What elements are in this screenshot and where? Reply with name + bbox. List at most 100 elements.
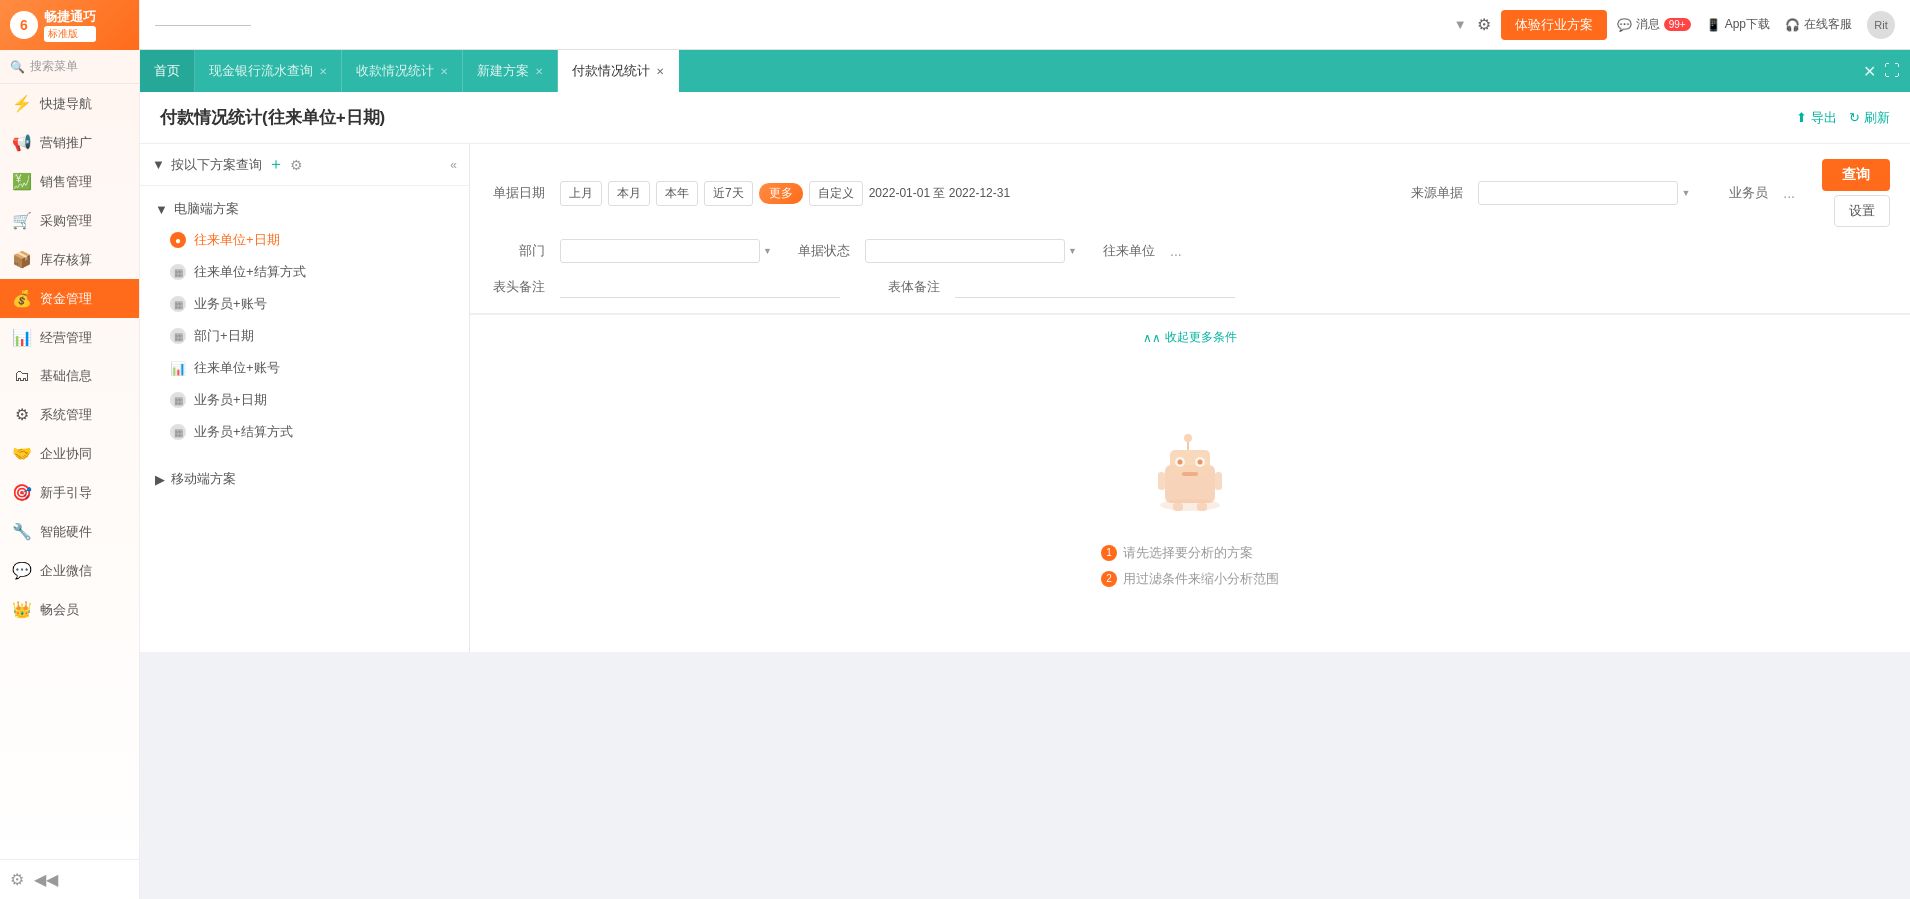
filter-row-3: 表头备注 表体备注 — [490, 275, 1890, 298]
avatar[interactable]: Rit — [1867, 11, 1895, 39]
sidebar-item-enterprise[interactable]: 🤝 企业协同 — [0, 434, 139, 473]
tab-home[interactable]: 首页 — [140, 50, 195, 92]
plan-item-dept-date[interactable]: ▦ 部门+日期 — [140, 320, 469, 352]
tab-new-plan-close[interactable]: ✕ — [535, 66, 543, 77]
filter-area: 单据日期 上月 本月 本年 近7天 更多 自定义 2022-01-01 至 20… — [470, 144, 1910, 314]
tab-maximize-icon[interactable]: ⛶ — [1884, 62, 1900, 80]
plan-icon-table: ▦ — [170, 296, 186, 312]
section-arrow-icon: ▼ — [155, 202, 168, 217]
tab-bank-flow[interactable]: 现金银行流水查询 ✕ — [195, 50, 342, 92]
experience-button[interactable]: 体验行业方案 — [1501, 10, 1607, 40]
sidebar-item-basic-info[interactable]: 🗂 基础信息 — [0, 357, 139, 395]
dept-label: 部门 — [490, 242, 545, 260]
sidebar-item-quick-nav[interactable]: ⚡ 快捷导航 — [0, 84, 139, 123]
last-month-btn[interactable]: 上月 — [560, 181, 602, 206]
tab-payment-stats-close[interactable]: ✕ — [656, 66, 664, 77]
query-button[interactable]: 查询 — [1822, 159, 1890, 191]
empty-text: 1 请先选择要分析的方案 2 用过滤条件来缩小分析范围 — [1101, 540, 1279, 592]
export-button[interactable]: ⬆ 导出 — [1796, 109, 1837, 127]
plan-label: 业务员+账号 — [194, 295, 267, 313]
nav-label: 系统管理 — [40, 406, 92, 424]
plan-icon-chart: 📊 — [170, 360, 186, 376]
panel-add-button[interactable]: ＋ — [268, 154, 284, 175]
more-btn[interactable]: 更多 — [759, 183, 803, 204]
plan-item-counterpart-payment[interactable]: ▦ 往来单位+结算方式 — [140, 256, 469, 288]
sidebar-item-finance[interactable]: 💰 资金管理 — [0, 279, 139, 318]
left-plan-panel: ▼ 按以下方案查询 ＋ ⚙ « ▼ 电脑端方案 ● — [140, 144, 470, 652]
body-note-label: 表体备注 — [885, 278, 940, 296]
plan-icon-table: ▦ — [170, 392, 186, 408]
bottom-collapse-icon[interactable]: ◀◀ — [34, 870, 58, 889]
tab-home-label: 首页 — [154, 62, 180, 80]
tab-collection-stats-close[interactable]: ✕ — [440, 66, 448, 77]
nav-label: 营销推广 — [40, 134, 92, 152]
plan-label: 业务员+日期 — [194, 391, 267, 409]
sidebar-item-wechat[interactable]: 💬 企业微信 — [0, 551, 139, 590]
tab-collection-stats[interactable]: 收款情况统计 ✕ — [342, 50, 463, 92]
panel-settings-button[interactable]: ⚙ — [290, 157, 303, 173]
source-doc-select[interactable] — [1478, 181, 1678, 205]
sidebar-item-vip[interactable]: 👑 畅会员 — [0, 590, 139, 629]
mobile-section-title[interactable]: ▶ 移动端方案 — [140, 464, 469, 494]
page-body: 付款情况统计(往来单位+日期) ⬆ 导出 ↻ 刷新 ▼ 按以下方案查 — [140, 92, 1910, 899]
svg-rect-7 — [1182, 472, 1198, 476]
online-service-action[interactable]: 🎧 在线客服 — [1785, 16, 1852, 33]
doc-status-select[interactable] — [865, 239, 1065, 263]
dept-select[interactable] — [560, 239, 760, 263]
last-7-days-btn[interactable]: 近7天 — [704, 181, 753, 206]
sidebar-item-smart-hw[interactable]: 🔧 智能硬件 — [0, 512, 139, 551]
nav-label: 企业微信 — [40, 562, 92, 580]
plan-item-counterpart-date[interactable]: ● 往来单位+日期 — [140, 224, 469, 256]
app-download-icon: 📱 — [1706, 18, 1721, 32]
desktop-section-title[interactable]: ▼ 电脑端方案 — [140, 194, 469, 224]
vip-icon: 👑 — [12, 600, 32, 619]
app-download-action[interactable]: 📱 App下载 — [1706, 16, 1770, 33]
sidebar-item-purchase[interactable]: 🛒 采购管理 — [0, 201, 139, 240]
page-header: 付款情况统计(往来单位+日期) ⬆ 导出 ↻ 刷新 — [140, 92, 1910, 144]
body-note-input[interactable] — [955, 275, 1235, 298]
dropdown-icon[interactable]: ▼ — [1454, 17, 1467, 32]
topbar: ———————— ▼ ⚙ 体验行业方案 💬 消息 99+ 📱 App下载 🎧 在… — [140, 0, 1910, 50]
panel-collapse-button[interactable]: « — [450, 158, 457, 172]
sidebar-item-system[interactable]: ⚙ 系统管理 — [0, 395, 139, 434]
nav-label: 智能硬件 — [40, 523, 92, 541]
counterpart-dots[interactable]: ... — [1170, 243, 1182, 259]
this-year-btn[interactable]: 本年 — [656, 181, 698, 206]
plan-icon-table: ▦ — [170, 328, 186, 344]
plan-item-salesman-payment[interactable]: ▦ 业务员+结算方式 — [140, 416, 469, 448]
custom-btn[interactable]: 自定义 — [809, 181, 863, 206]
tab-window-actions: ✕ ⛶ — [1853, 50, 1910, 92]
sidebar-item-marketing[interactable]: 📢 营销推广 — [0, 123, 139, 162]
sidebar-item-inventory[interactable]: 📦 库存核算 — [0, 240, 139, 279]
tab-payment-stats[interactable]: 付款情况统计 ✕ — [558, 50, 679, 92]
message-action[interactable]: 💬 消息 99+ — [1617, 16, 1691, 33]
logo-badge: 标准版 — [44, 26, 96, 42]
tab-new-plan[interactable]: 新建方案 ✕ — [463, 50, 558, 92]
plan-item-counterpart-account[interactable]: 📊 往来单位+账号 — [140, 352, 469, 384]
sidebar-item-operation[interactable]: 📊 经营管理 — [0, 318, 139, 357]
tab-collection-stats-label: 收款情况统计 — [356, 62, 434, 80]
quick-nav-icon: ⚡ — [12, 94, 32, 113]
plan-item-salesman-account[interactable]: ▦ 业务员+账号 — [140, 288, 469, 320]
step-2-text: 用过滤条件来缩小分析范围 — [1123, 566, 1279, 592]
settings-small-button[interactable]: 设置 — [1834, 195, 1890, 227]
topbar-settings-button[interactable]: ⚙ — [1477, 15, 1491, 34]
tab-bank-flow-close[interactable]: ✕ — [319, 66, 327, 77]
mobile-plan-section: ▶ 移动端方案 — [140, 456, 469, 502]
empty-step-1: 1 请先选择要分析的方案 — [1101, 540, 1279, 566]
this-month-btn[interactable]: 本月 — [608, 181, 650, 206]
tab-close-window-icon[interactable]: ✕ — [1863, 62, 1876, 81]
sidebar-item-guide[interactable]: 🎯 新手引导 — [0, 473, 139, 512]
refresh-button[interactable]: ↻ 刷新 — [1849, 109, 1890, 127]
header-note-input[interactable] — [560, 275, 840, 298]
header-note-label: 表头备注 — [490, 278, 545, 296]
tab-new-plan-label: 新建方案 — [477, 62, 529, 80]
plan-item-salesman-date[interactable]: ▦ 业务员+日期 — [140, 384, 469, 416]
nav-label: 资金管理 — [40, 290, 92, 308]
bottom-settings-icon[interactable]: ⚙ — [10, 870, 24, 889]
salesman-dots[interactable]: ... — [1783, 185, 1795, 201]
sidebar-search[interactable]: 🔍 搜索菜单 — [0, 50, 139, 84]
step-1-text: 请先选择要分析的方案 — [1123, 540, 1253, 566]
sidebar-item-sales[interactable]: 💹 销售管理 — [0, 162, 139, 201]
collapse-button[interactable]: ∧∧ 收起更多条件 — [1128, 323, 1252, 352]
